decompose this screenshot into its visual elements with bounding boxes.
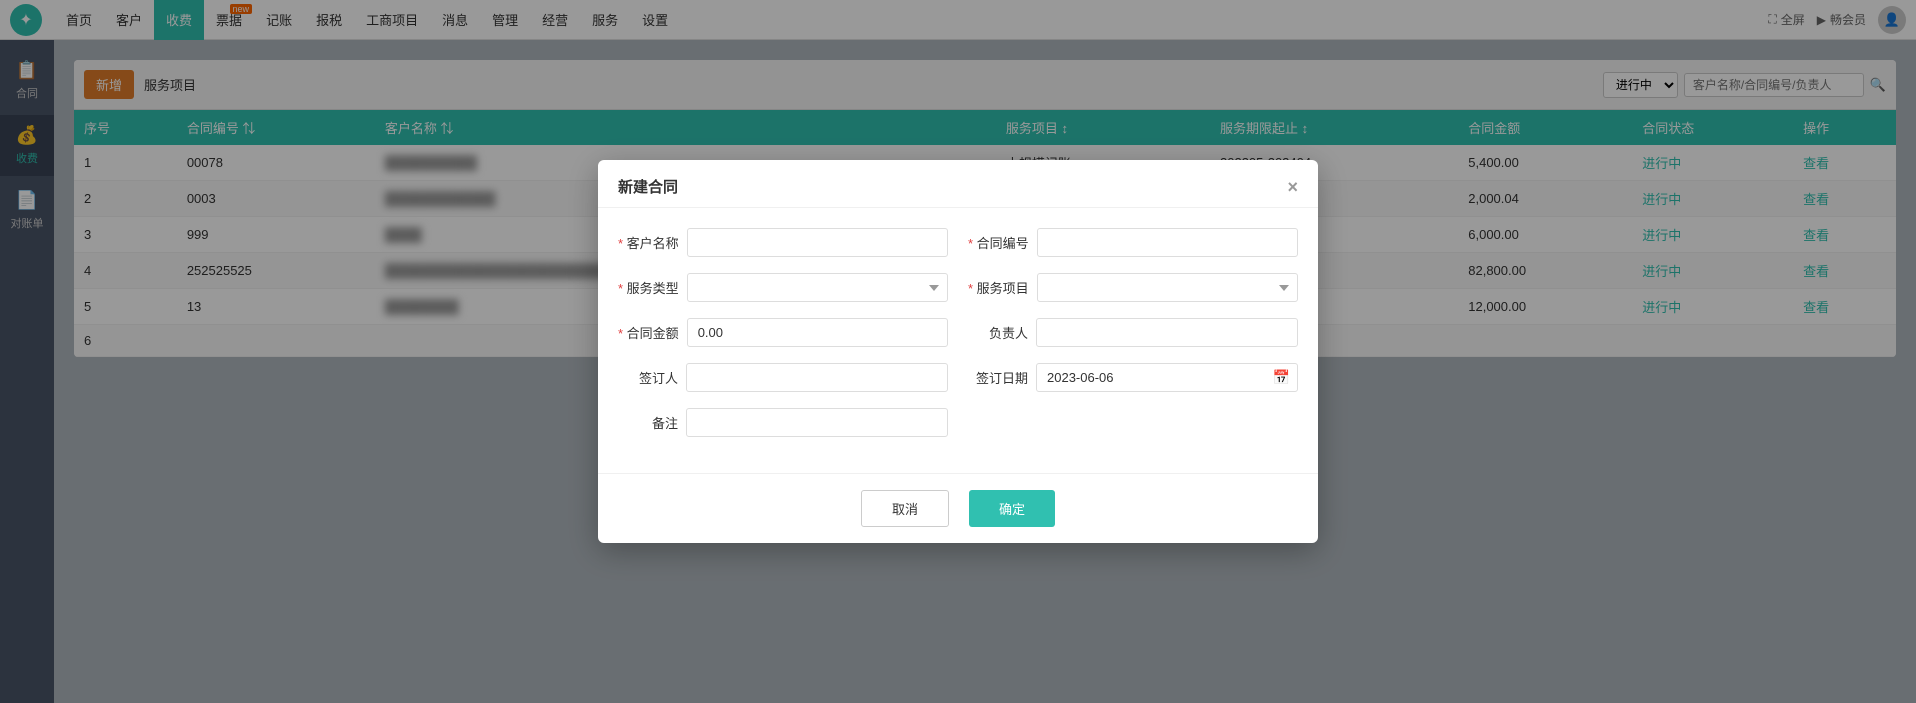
sign-date-input[interactable] bbox=[1036, 363, 1298, 392]
confirm-button[interactable]: 确定 bbox=[969, 490, 1055, 527]
form-group-responsible: 负责人 bbox=[968, 318, 1298, 347]
modal-header: 新建合同 × bbox=[598, 160, 1318, 208]
service-type-label: 服务类型 bbox=[618, 278, 679, 297]
signer-input[interactable] bbox=[686, 363, 948, 392]
customer-name-label: 客户名称 bbox=[618, 233, 679, 252]
remark-input[interactable] bbox=[686, 408, 948, 437]
modal-footer: 取消 确定 bbox=[598, 473, 1318, 543]
contract-no-label: 合同编号 bbox=[968, 233, 1029, 252]
form-row-5: 备注 bbox=[618, 408, 1298, 437]
cancel-button[interactable]: 取消 bbox=[861, 490, 949, 527]
responsible-label: 负责人 bbox=[968, 323, 1028, 342]
form-group-service-item: 服务项目 bbox=[968, 273, 1298, 302]
customer-name-input[interactable] bbox=[687, 228, 948, 257]
form-row-2: 服务类型 服务项目 bbox=[618, 273, 1298, 302]
form-group-service-type: 服务类型 bbox=[618, 273, 948, 302]
responsible-input[interactable] bbox=[1036, 318, 1298, 347]
contract-no-input[interactable] bbox=[1037, 228, 1298, 257]
calendar-icon[interactable]: 📅 bbox=[1273, 369, 1290, 386]
form-row-4: 签订人 签订日期 📅 bbox=[618, 363, 1298, 392]
form-group-remark: 备注 bbox=[618, 408, 948, 437]
service-item-select[interactable] bbox=[1037, 273, 1298, 302]
service-item-label: 服务项目 bbox=[968, 278, 1029, 297]
form-group-signer: 签订人 bbox=[618, 363, 948, 392]
form-row-1: 客户名称 合同编号 bbox=[618, 228, 1298, 257]
remark-label: 备注 bbox=[618, 413, 678, 432]
sign-date-label: 签订日期 bbox=[968, 368, 1028, 387]
modal-overlay: 新建合同 × 客户名称 合同编号 服务类型 bbox=[0, 0, 1916, 703]
form-row-3: 合同金额 负责人 bbox=[618, 318, 1298, 347]
form-group-contract-no: 合同编号 bbox=[968, 228, 1298, 257]
service-type-select[interactable] bbox=[687, 273, 948, 302]
form-group-customer: 客户名称 bbox=[618, 228, 948, 257]
modal-title: 新建合同 bbox=[618, 176, 678, 197]
amount-label: 合同金额 bbox=[618, 323, 679, 342]
sign-date-wrap: 📅 bbox=[1036, 363, 1298, 392]
modal-body: 客户名称 合同编号 服务类型 服务项目 bbox=[598, 208, 1318, 473]
signer-label: 签订人 bbox=[618, 368, 678, 387]
form-group-sign-date: 签订日期 📅 bbox=[968, 363, 1298, 392]
modal-close-button[interactable]: × bbox=[1287, 178, 1298, 196]
new-contract-modal: 新建合同 × 客户名称 合同编号 服务类型 bbox=[598, 160, 1318, 543]
amount-input[interactable] bbox=[687, 318, 948, 347]
form-group-amount: 合同金额 bbox=[618, 318, 948, 347]
